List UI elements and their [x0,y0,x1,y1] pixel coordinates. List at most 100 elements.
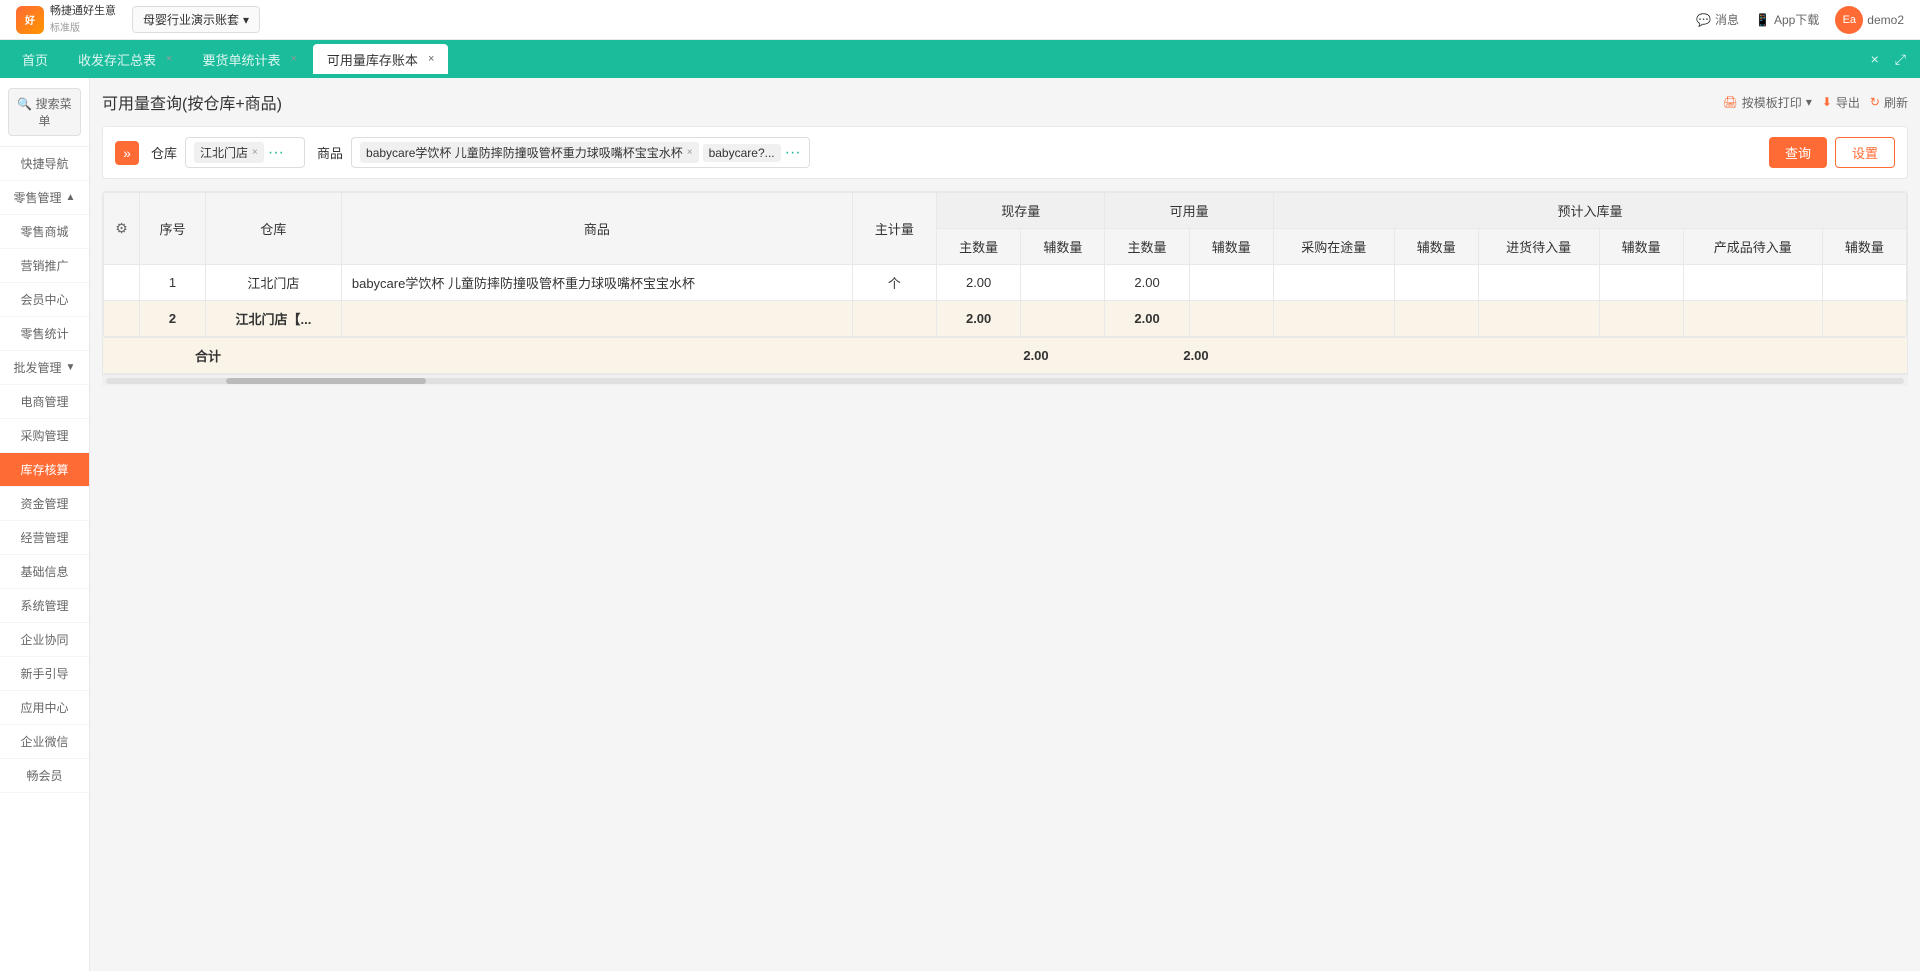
sidebar-finance-label: 资金管理 [20,497,68,511]
query-button[interactable]: 查询 [1769,137,1827,168]
tab-order-close[interactable]: × [290,53,296,65]
sidebar-item-enterprise-wechat[interactable]: 企业微信 [0,725,89,759]
tab-order-label: 要货单统计表 [202,50,280,69]
industry-selector[interactable]: 母婴行业演示账套 ▾ [132,6,260,33]
th-product-pending-aux: 辅数量 [1822,229,1906,265]
sidebar-item-inventory-check[interactable]: 库存核算 [0,453,89,487]
footer-current-total: 2.00 [996,348,1076,363]
sidebar-item-new-guide[interactable]: 新手引导 [0,657,89,691]
chevron-icon-2: ▼ [66,362,76,373]
print-btn[interactable]: 🖨 按模板打印 ▾ [1723,94,1812,111]
sidebar-item-purchase[interactable]: 采购管理 [0,419,89,453]
td-current-aux-2 [1021,301,1105,337]
warehouse-tag-close[interactable]: × [252,147,258,158]
tab-home-label: 首页 [22,50,48,69]
product-tag-2-text: babycare?... [709,146,775,160]
settings-button[interactable]: 设置 [1835,137,1895,168]
nav-end-btns: × ⤢ [1865,49,1912,70]
td-avail-aux-2 [1189,301,1273,337]
td-incoming-aux-2 [1599,301,1683,337]
sidebar-ops-label: 经营管理 [20,531,68,545]
user-name: demo2 [1867,13,1904,27]
refresh-btn[interactable]: ↻ 刷新 [1870,94,1908,111]
tab-receipt[interactable]: 收发存汇总表 × [64,44,186,74]
td-avail-aux-1 [1189,265,1273,301]
td-product-aux-1 [1822,265,1906,301]
sidebar-item-marketing[interactable]: 营销推广 [0,249,89,283]
export-btn[interactable]: ⬇ 导出 [1822,94,1860,111]
td-product-2 [341,301,852,337]
sidebar-item-basic-info[interactable]: 基础信息 [0,555,89,589]
warehouse-filter-label: 仓库 [151,143,177,162]
page-title: 可用量查询(按仓库+商品) [102,90,282,114]
sidebar-item-system[interactable]: 系统管理 [0,589,89,623]
print-label: 按模板打印 [1742,94,1802,111]
filter-expand-btn[interactable]: » [115,141,139,165]
td-purchase-aux-2 [1394,301,1478,337]
sidebar-app-center-label: 应用中心 [20,701,68,715]
nav-expand-btn[interactable]: ⤢ [1889,49,1912,70]
td-unit-2 [852,301,936,337]
td-purchase-aux-1 [1394,265,1478,301]
sidebar-item-ops[interactable]: 经营管理 [0,521,89,555]
product-tag-1-close[interactable]: × [687,147,693,158]
product-more-dots[interactable]: ··· [785,144,801,162]
sidebar-item-ecommerce[interactable]: 电商管理 [0,385,89,419]
app-download-btn[interactable]: 📱 App下载 [1755,11,1819,28]
sidebar: 🔍 搜索菜单 快捷导航 零售管理 ▲ 零售商城 营销推广 会员中心 零售统计 批… [0,78,90,971]
sidebar-item-app-center[interactable]: 应用中心 [0,691,89,725]
th-purchase-transit-header: 采购在途量 [1273,229,1394,265]
td-incoming-main-1 [1478,265,1599,301]
sidebar-item-finance[interactable]: 资金管理 [0,487,89,521]
tab-home[interactable]: 首页 [8,44,62,74]
td-settings-1 [104,265,140,301]
sidebar-item-retail-mall[interactable]: 零售商城 [0,215,89,249]
logo-text: 畅捷通好生意 [50,5,116,18]
sidebar-wholesale-label: 批发管理 [14,359,62,376]
th-incoming-header: 进货待入量 [1478,229,1599,265]
tab-inventory-close[interactable]: × [428,53,434,65]
td-warehouse-1: 江北门店 [205,265,341,301]
gear-icon[interactable]: ⚙ [115,220,128,236]
th-incoming-aux: 辅数量 [1599,229,1683,265]
product-filter-input[interactable]: babycare学饮杯 儿童防摔防撞吸管杯重力球吸嘴杯宝宝水杯 × babyca… [351,137,810,168]
user-area[interactable]: Ea demo2 [1835,6,1904,34]
search-icon: 🔍 [17,97,32,111]
sidebar-item-retail-mgmt[interactable]: 零售管理 ▲ [0,181,89,215]
th-forecast-in: 预计入库量 [1273,193,1906,229]
th-avail-main-qty: 主数量 [1105,229,1189,265]
footer-available-total: 2.00 [1156,348,1236,363]
message-btn[interactable]: 💬 消息 [1696,11,1739,28]
td-settings-2 [104,301,140,337]
scroll-bar-thumb[interactable] [226,378,426,384]
th-warehouse: 仓库 [205,193,341,265]
warehouse-more-dots[interactable]: ··· [268,144,284,162]
sidebar-basic-info-label: 基础信息 [20,565,68,579]
th-main-unit: 主计量 [852,193,936,265]
tab-order[interactable]: 要货单统计表 × [188,44,310,74]
sidebar-item-quick-nav[interactable]: 快捷导航 [0,147,89,181]
td-avail-main-2: 2.00 [1105,301,1189,337]
chevron-down-icon: ▾ [243,13,249,27]
nav-close-btn[interactable]: × [1865,49,1885,69]
sidebar-item-member[interactable]: 会员中心 [0,283,89,317]
user-initial: Ea [1843,14,1856,26]
sidebar-new-guide-label: 新手引导 [20,667,68,681]
sidebar-item-enterprise-collab[interactable]: 企业协同 [0,623,89,657]
sidebar-retail-mgmt-label: 零售管理 [14,189,62,206]
search-menu-btn[interactable]: 🔍 搜索菜单 [8,88,81,136]
tab-receipt-close[interactable]: × [166,53,172,65]
warehouse-filter-input[interactable]: 江北门店 × ··· [185,137,305,168]
scroll-bar-area [102,374,1908,386]
sidebar-item-wholesale-mgmt[interactable]: 批发管理 ▼ [0,351,89,385]
th-current-main-qty: 主数量 [937,229,1021,265]
td-current-main-1: 2.00 [937,265,1021,301]
sidebar-item-vip[interactable]: 畅会员 [0,759,89,793]
industry-label: 母婴行业演示账套 [143,11,239,28]
print-chevron: ▾ [1806,95,1812,109]
th-avail-aux-qty: 辅数量 [1189,229,1273,265]
tab-inventory[interactable]: 可用量库存账本 × [313,44,448,74]
refresh-icon: ↻ [1870,95,1880,109]
th-current-stock: 现存量 [937,193,1105,229]
sidebar-item-retail-stats[interactable]: 零售统计 [0,317,89,351]
